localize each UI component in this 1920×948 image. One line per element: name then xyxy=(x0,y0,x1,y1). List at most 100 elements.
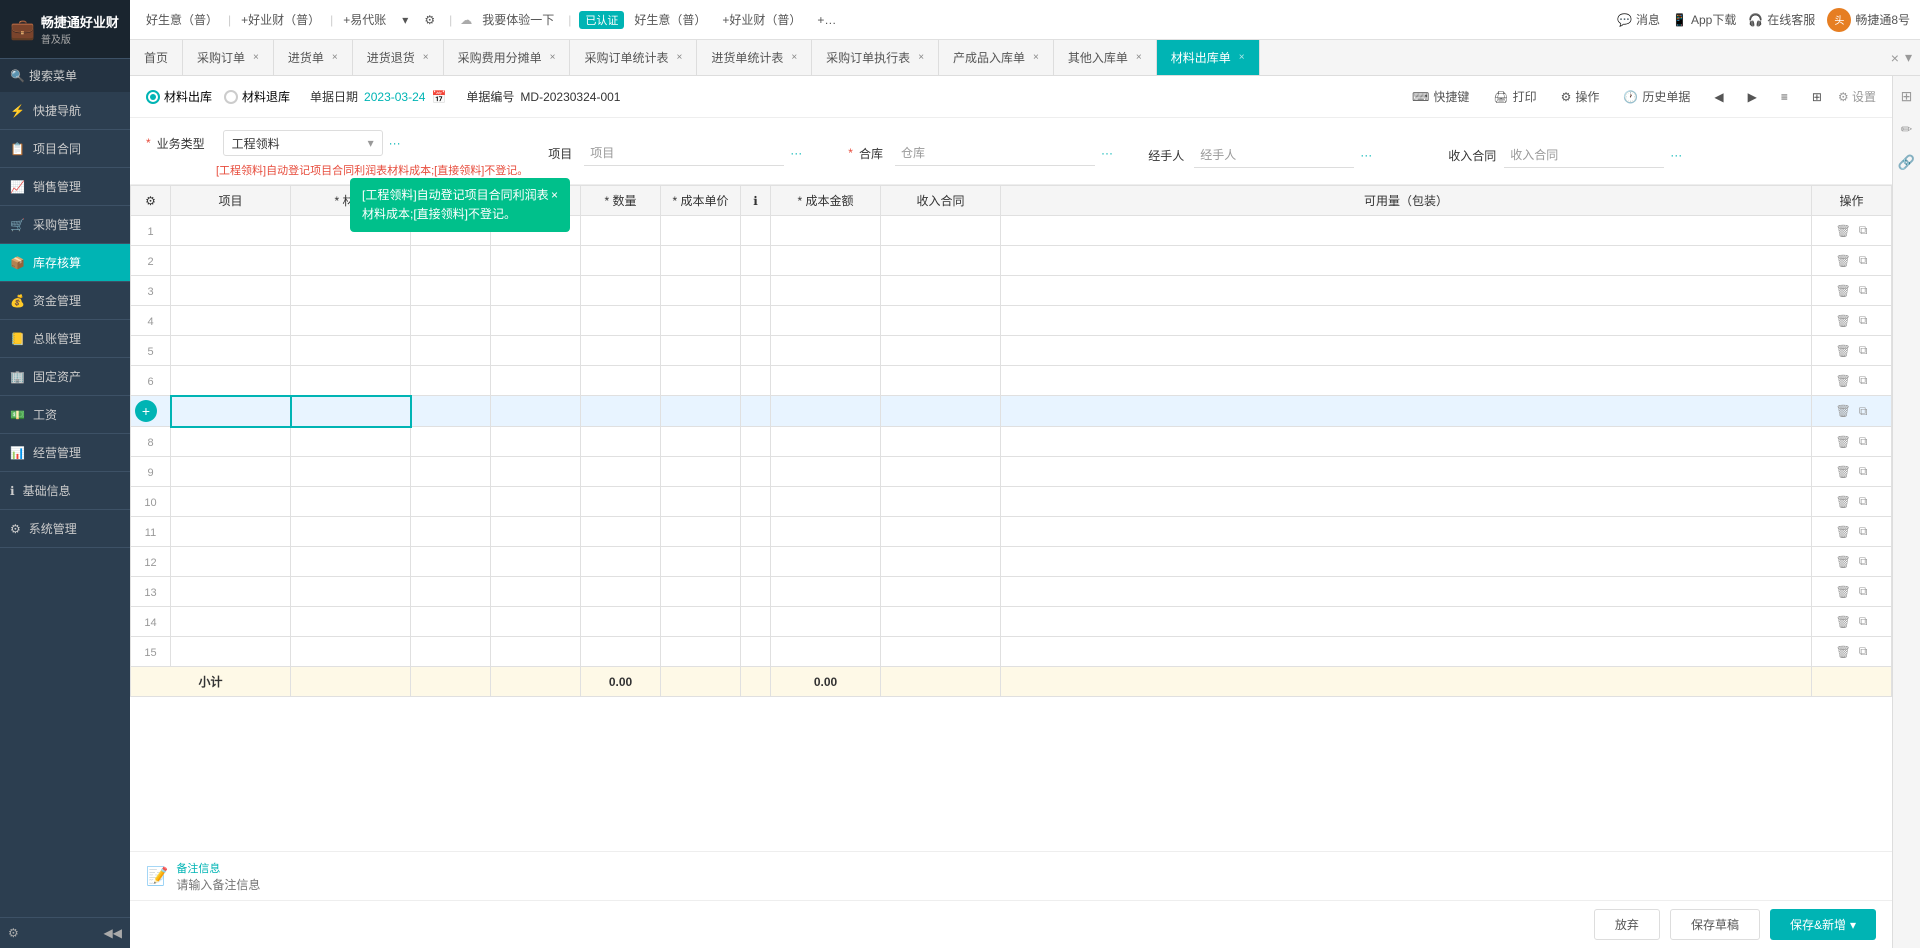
print-btn[interactable]: 🖨 打印 xyxy=(1485,84,1544,109)
tab-delivery[interactable]: 进货单 × xyxy=(274,40,353,76)
tab-purchase-order[interactable]: 采购订单 × xyxy=(183,40,274,76)
row-1-cost-amount[interactable] xyxy=(771,216,881,246)
grid-view-btn[interactable]: ⊞ xyxy=(1804,86,1830,108)
row-7-income-contract[interactable] xyxy=(881,396,1001,427)
row-5-spec[interactable] xyxy=(411,336,491,366)
list-view-btn[interactable]: ≡ xyxy=(1773,86,1796,108)
row-4-qty[interactable] xyxy=(581,306,661,336)
row-2-income-contract[interactable] xyxy=(881,246,1001,276)
tab-product-warehouse[interactable]: 产成品入库单 × xyxy=(939,40,1054,76)
row-11-delete-btn[interactable]: 🗑 xyxy=(1834,523,1853,541)
topbar-more-icon[interactable]: ▾ xyxy=(396,9,414,31)
row-6-copy-btn[interactable]: ⧉ xyxy=(1857,371,1870,390)
row-1-cost-price[interactable] xyxy=(661,216,741,246)
tab-delivery-stats[interactable]: 进货单统计表 × xyxy=(697,40,812,76)
income-contract-input[interactable]: 收入合同 xyxy=(1504,142,1664,168)
row-5-material[interactable] xyxy=(291,336,411,366)
sidebar-item-finance[interactable]: 💰 资金管理 xyxy=(0,282,130,320)
sidebar-item-basic[interactable]: ℹ 基础信息 xyxy=(0,472,130,510)
row-11-copy-btn[interactable]: ⧉ xyxy=(1857,522,1870,541)
row-3-project[interactable] xyxy=(171,276,291,306)
topbar-link-yidaizhang[interactable]: +易代账 xyxy=(337,7,392,32)
row-6-spec[interactable] xyxy=(411,366,491,396)
date-value[interactable]: 2023-03-24 xyxy=(364,90,425,104)
sidebar-item-purchase[interactable]: 🛒 采购管理 xyxy=(0,206,130,244)
row-7-delete-btn[interactable]: 🗑 xyxy=(1834,402,1853,420)
row-4-copy-btn[interactable]: ⧉ xyxy=(1857,311,1870,330)
radio-material-out[interactable]: 材料出库 xyxy=(146,88,212,105)
row-14-delete-btn[interactable]: 🗑 xyxy=(1834,613,1853,631)
row-6-material[interactable] xyxy=(291,366,411,396)
row-6-qty[interactable] xyxy=(581,366,661,396)
row-5-unit[interactable] xyxy=(491,336,581,366)
row-4-income-contract[interactable] xyxy=(881,306,1001,336)
topbar-message[interactable]: 💬 消息 xyxy=(1617,11,1660,28)
row-3-income-contract[interactable] xyxy=(881,276,1001,306)
discard-button[interactable]: 放弃 xyxy=(1594,909,1660,940)
row-7-unit[interactable] xyxy=(491,396,581,427)
row-4-spec[interactable] xyxy=(411,306,491,336)
topbar-link-haoshengyi[interactable]: 好生意（普） xyxy=(140,7,224,32)
row-13-copy-btn[interactable]: ⧉ xyxy=(1857,582,1870,601)
topbar-more2[interactable]: +… xyxy=(811,9,842,31)
row-2-project[interactable] xyxy=(171,246,291,276)
row-5-cost-amount[interactable] xyxy=(771,336,881,366)
row-7-project[interactable] xyxy=(171,396,291,427)
tab-purchase-stats[interactable]: 采购订单统计表 × xyxy=(570,40,697,76)
row-4-cost-amount[interactable] xyxy=(771,306,881,336)
row-2-cost-price[interactable] xyxy=(661,246,741,276)
row-7-cost-price[interactable] xyxy=(661,396,741,427)
notes-input[interactable] xyxy=(176,878,576,892)
row-1-copy-btn[interactable]: ⧉ xyxy=(1857,221,1870,240)
row-3-material[interactable] xyxy=(291,276,411,306)
row-1-project[interactable] xyxy=(171,216,291,246)
row-10-delete-btn[interactable]: 🗑 xyxy=(1834,493,1853,511)
tab-other-warehouse[interactable]: 其他入库单 × xyxy=(1054,40,1157,76)
row-6-cost-price[interactable] xyxy=(661,366,741,396)
row-3-qty[interactable] xyxy=(581,276,661,306)
row-5-project[interactable] xyxy=(171,336,291,366)
radio-material-return[interactable]: 材料退库 xyxy=(224,88,290,105)
topbar-settings-icon[interactable]: ⚙ xyxy=(418,9,441,31)
col-settings[interactable]: ⚙ xyxy=(131,186,171,216)
topbar-user[interactable]: 头 畅捷通8号 xyxy=(1827,8,1910,32)
row-5-copy-btn[interactable]: ⧉ xyxy=(1857,341,1870,360)
warehouse-input[interactable]: 仓库 xyxy=(895,140,1095,166)
row-7-copy-btn[interactable]: ⧉ xyxy=(1857,402,1870,421)
row-15-copy-btn[interactable]: ⧉ xyxy=(1857,642,1870,661)
income-contract-dots[interactable]: ··· xyxy=(1670,148,1682,162)
row-8-delete-btn[interactable]: 🗑 xyxy=(1834,433,1853,451)
row-7-cost-amount[interactable] xyxy=(771,396,881,427)
row-3-cost-price[interactable] xyxy=(661,276,741,306)
tab-delivery-stats-close[interactable]: × xyxy=(791,52,797,63)
tab-purchase-expense[interactable]: 采购费用分摊单 × xyxy=(444,40,571,76)
sidebar-item-salary[interactable]: 💵 工资 xyxy=(0,396,130,434)
topbar-link-haoyecai[interactable]: +好业财（普） xyxy=(235,7,326,32)
sidebar-item-assets[interactable]: 🏢 固定资产 xyxy=(0,358,130,396)
row-9-copy-btn[interactable]: ⧉ xyxy=(1857,462,1870,481)
row-2-delete-btn[interactable]: 🗑 xyxy=(1834,252,1853,270)
tab-material-out-close[interactable]: × xyxy=(1239,52,1245,63)
tab-purchase-exec[interactable]: 采购订单执行表 × xyxy=(812,40,939,76)
row-2-copy-btn[interactable]: ⧉ xyxy=(1857,251,1870,270)
row-9-delete-btn[interactable]: 🗑 xyxy=(1834,463,1853,481)
row-5-delete-btn[interactable]: 🗑 xyxy=(1834,342,1853,360)
topbar-online-service[interactable]: 🎧 在线客服 xyxy=(1748,11,1815,28)
tab-delivery-close[interactable]: × xyxy=(332,52,338,63)
tab-product-warehouse-close[interactable]: × xyxy=(1033,52,1039,63)
row-4-project[interactable] xyxy=(171,306,291,336)
tab-purchase-order-close[interactable]: × xyxy=(253,52,259,63)
tab-purchase-exec-close[interactable]: × xyxy=(918,52,924,63)
project-input[interactable]: 项目 xyxy=(584,140,784,166)
tab-delivery-return[interactable]: 进货退货 × xyxy=(353,40,444,76)
row-4-delete-btn[interactable]: 🗑 xyxy=(1834,312,1853,330)
row-6-project[interactable] xyxy=(171,366,291,396)
row-2-unit[interactable] xyxy=(491,246,581,276)
calendar-icon[interactable]: 📅 xyxy=(431,90,446,104)
sidebar-collapse-icon[interactable]: ◀◀ xyxy=(104,926,122,940)
row-3-copy-btn[interactable]: ⧉ xyxy=(1857,281,1870,300)
sidebar-item-search[interactable]: 🔍 搜索菜单 xyxy=(0,59,130,92)
row-4-unit[interactable] xyxy=(491,306,581,336)
save-draft-button[interactable]: 保存草稿 xyxy=(1670,909,1760,940)
sidebar-settings-icon[interactable]: ⚙ xyxy=(8,926,19,940)
